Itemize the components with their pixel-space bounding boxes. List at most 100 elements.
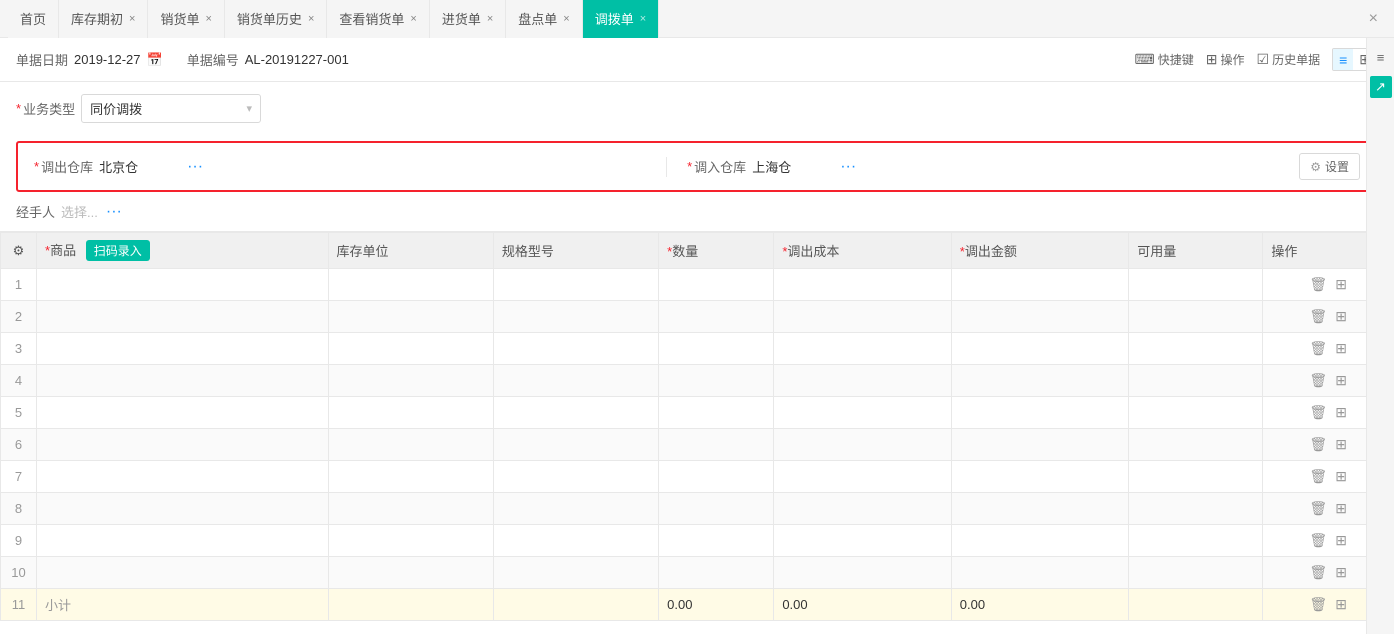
product-cell[interactable]	[37, 365, 329, 397]
qty-cell[interactable]	[659, 397, 774, 429]
history-button[interactable]: ☑ 历史单据	[1257, 51, 1321, 68]
amount-cell[interactable]	[951, 493, 1128, 525]
tab-sales-history[interactable]: 销货单历史 ×	[225, 0, 327, 38]
close-icon[interactable]: ×	[487, 13, 493, 25]
tab-sales-order[interactable]: 销货单 ×	[148, 0, 224, 38]
spec-cell[interactable]	[493, 333, 658, 365]
unit-cell[interactable]	[328, 365, 493, 397]
tab-view-sales[interactable]: 查看销货单 ×	[327, 0, 429, 38]
qty-cell[interactable]	[659, 429, 774, 461]
cost-cell[interactable]	[774, 493, 951, 525]
product-cell[interactable]	[37, 397, 329, 429]
product-cell[interactable]	[37, 269, 329, 301]
delete-icon[interactable]: 🗑	[1309, 340, 1327, 357]
amount-cell[interactable]	[951, 269, 1128, 301]
agent-input[interactable]: 选择...	[61, 202, 98, 221]
close-icon[interactable]: ×	[308, 13, 314, 25]
close-icon[interactable]: ×	[205, 13, 211, 25]
delete-icon[interactable]: 🗑	[1309, 276, 1327, 293]
view-list-button[interactable]: ≡	[1333, 49, 1353, 70]
copy-icon[interactable]: ⊞	[1335, 468, 1347, 485]
copy-icon[interactable]: ⊞	[1335, 596, 1347, 613]
amount-cell[interactable]	[951, 301, 1128, 333]
tab-inventory-check[interactable]: 盘点单 ×	[506, 0, 582, 38]
spec-cell[interactable]	[493, 269, 658, 301]
spec-cell[interactable]	[493, 397, 658, 429]
unit-cell[interactable]	[328, 525, 493, 557]
copy-icon[interactable]: ⊞	[1335, 276, 1347, 293]
available-cell[interactable]	[1129, 269, 1263, 301]
qty-cell[interactable]	[659, 333, 774, 365]
delete-icon[interactable]: 🗑	[1309, 404, 1327, 421]
qty-cell[interactable]	[659, 557, 774, 589]
window-close-button[interactable]: ×	[1361, 10, 1386, 28]
cost-cell[interactable]	[774, 461, 951, 493]
product-cell[interactable]	[37, 301, 329, 333]
tab-purchase-order[interactable]: 进货单 ×	[430, 0, 506, 38]
available-cell[interactable]	[1129, 493, 1263, 525]
qty-cell[interactable]	[659, 365, 774, 397]
business-type-select[interactable]: 同价调拨 ▾	[81, 94, 261, 123]
cost-cell[interactable]	[774, 269, 951, 301]
copy-icon[interactable]: ⊞	[1335, 340, 1347, 357]
amount-cell[interactable]	[951, 557, 1128, 589]
delete-icon[interactable]: 🗑	[1309, 308, 1327, 325]
unit-cell[interactable]	[328, 493, 493, 525]
qty-cell[interactable]	[659, 493, 774, 525]
available-cell[interactable]	[1129, 525, 1263, 557]
available-cell[interactable]	[1129, 397, 1263, 429]
amount-cell[interactable]	[951, 365, 1128, 397]
spec-cell[interactable]	[493, 301, 658, 333]
delete-icon[interactable]: 🗑	[1309, 500, 1327, 517]
spec-cell[interactable]	[493, 461, 658, 493]
spec-cell[interactable]	[493, 429, 658, 461]
product-cell[interactable]	[37, 429, 329, 461]
warehouse-setting-button[interactable]: ⚙ 设置	[1299, 153, 1360, 180]
available-cell[interactable]	[1129, 333, 1263, 365]
amount-cell[interactable]	[951, 397, 1128, 429]
cost-cell[interactable]	[774, 333, 951, 365]
delete-icon[interactable]: 🗑	[1309, 596, 1327, 613]
cost-cell[interactable]	[774, 525, 951, 557]
unit-cell[interactable]	[328, 557, 493, 589]
amount-cell[interactable]	[951, 525, 1128, 557]
scan-entry-button[interactable]: 扫码录入	[86, 240, 150, 261]
shortcut-button[interactable]: ⌨ 快捷键	[1135, 51, 1194, 68]
close-icon[interactable]: ×	[410, 13, 416, 25]
delete-icon[interactable]: 🗑	[1309, 372, 1327, 389]
qty-cell[interactable]	[659, 269, 774, 301]
close-icon[interactable]: ×	[129, 13, 135, 25]
spec-cell[interactable]	[493, 365, 658, 397]
cost-cell[interactable]	[774, 429, 951, 461]
cost-cell[interactable]	[774, 365, 951, 397]
delete-icon[interactable]: 🗑	[1309, 564, 1327, 581]
spec-cell[interactable]	[493, 557, 658, 589]
out-warehouse-more-button[interactable]: ···	[187, 158, 203, 176]
copy-icon[interactable]: ⊞	[1335, 564, 1347, 581]
copy-icon[interactable]: ⊞	[1335, 532, 1347, 549]
available-cell[interactable]	[1129, 365, 1263, 397]
unit-cell[interactable]	[328, 429, 493, 461]
spec-cell[interactable]	[493, 493, 658, 525]
copy-icon[interactable]: ⊞	[1335, 308, 1347, 325]
unit-cell[interactable]	[328, 461, 493, 493]
copy-icon[interactable]: ⊞	[1335, 404, 1347, 421]
product-cell[interactable]	[37, 493, 329, 525]
copy-icon[interactable]: ⊞	[1335, 436, 1347, 453]
unit-cell[interactable]	[328, 301, 493, 333]
available-cell[interactable]	[1129, 461, 1263, 493]
tab-home[interactable]: 首页	[8, 0, 59, 38]
available-cell[interactable]	[1129, 557, 1263, 589]
operation-button[interactable]: ⊞ 操作	[1206, 51, 1245, 68]
qty-cell[interactable]	[659, 525, 774, 557]
amount-cell[interactable]	[951, 429, 1128, 461]
right-panel-expand-button[interactable]: ↗	[1370, 76, 1392, 98]
qty-cell[interactable]	[659, 301, 774, 333]
cost-cell[interactable]	[774, 557, 951, 589]
amount-cell[interactable]	[951, 461, 1128, 493]
delete-icon[interactable]: 🗑	[1309, 468, 1327, 485]
available-cell[interactable]	[1129, 301, 1263, 333]
spec-cell[interactable]	[493, 525, 658, 557]
tab-inventory-init[interactable]: 库存期初 ×	[59, 0, 148, 38]
gear-header[interactable]: ⚙	[1, 233, 37, 269]
